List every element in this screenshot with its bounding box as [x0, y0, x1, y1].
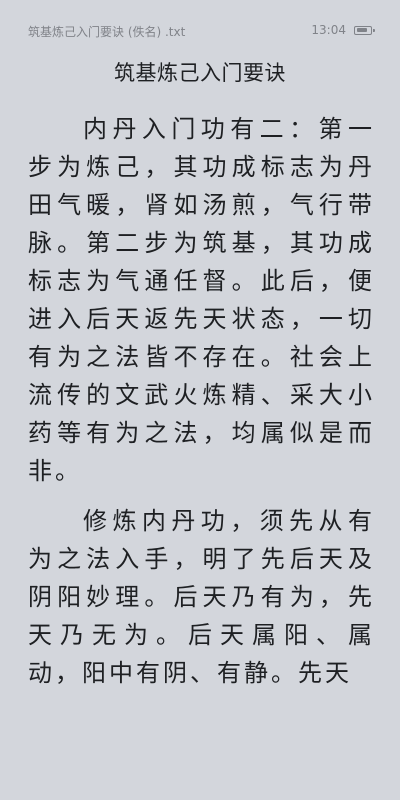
chapter-title: 筑基炼己入门要诀 [114, 61, 286, 85]
battery-level-fill [356, 28, 367, 32]
paragraph: 内丹入门功有二：第一步为炼己，其功成标志为丹田气暖，肾如汤煎，气行带脉。第二步为… [28, 115, 375, 485]
clock: 13:04 [311, 23, 346, 37]
paragraph: 修炼内丹功，须先从有为之法入手，明了先后天及阴阳妙理。后天乃有为，先天乃无为。后… [28, 507, 375, 687]
reader-content[interactable]: 内丹入门功有二：第一步为炼己，其功成标志为丹田气暖，肾如汤煎，气行带脉。第二步为… [28, 110, 375, 692]
battery-icon [354, 25, 375, 35]
battery-tip [373, 28, 375, 32]
status-indicators: 13:04 [311, 23, 375, 37]
file-name: 筑基炼己入门要诀 (佚名) .txt [28, 25, 186, 39]
status-bar: 筑基炼己入门要诀 (佚名) .txt 13:04 [0, 0, 400, 39]
